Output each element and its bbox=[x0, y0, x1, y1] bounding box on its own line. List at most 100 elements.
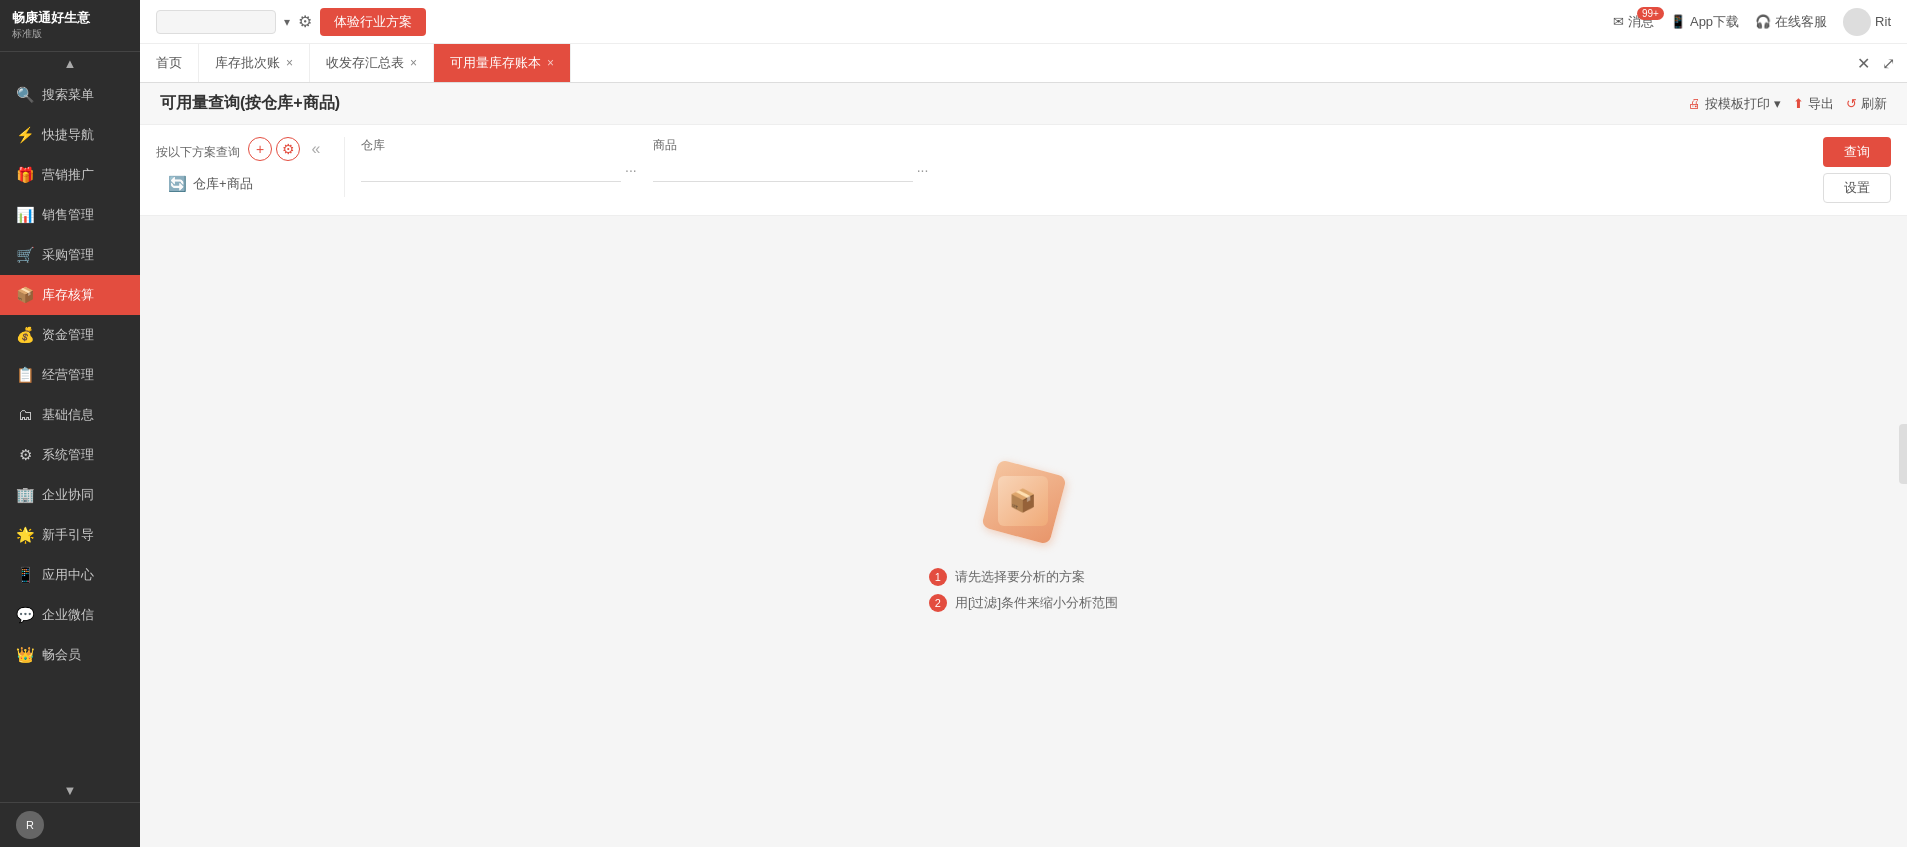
tab-home[interactable]: 首页 bbox=[140, 44, 199, 82]
tab-available[interactable]: 可用量库存账本 × bbox=[434, 44, 571, 82]
warehouse-input-row: ··· bbox=[361, 158, 637, 182]
sidebar-item-member[interactable]: 👑 畅会员 bbox=[0, 635, 140, 675]
tab-available-label: 可用量库存账本 bbox=[450, 54, 541, 72]
sidebar-nav: 🔍 搜索菜单 ⚡ 快捷导航 🎁 营销推广 📊 销售管理 🛒 采购管理 📦 库存核… bbox=[0, 75, 140, 779]
dropdown-chevron-icon[interactable]: ▾ bbox=[284, 15, 290, 29]
expand-tab-btn[interactable]: ⤢ bbox=[1878, 50, 1899, 77]
tab-receipts[interactable]: 收发存汇总表 × bbox=[310, 44, 434, 82]
sidebar-item-enterprise[interactable]: 🏢 企业协同 bbox=[0, 475, 140, 515]
print-template-btn[interactable]: 🖨 按模板打印 ▾ bbox=[1688, 95, 1781, 113]
collapse-scheme-btn[interactable]: « bbox=[304, 137, 328, 161]
setting-button[interactable]: 设置 bbox=[1823, 173, 1891, 203]
sidebar-item-finance[interactable]: 💰 资金管理 bbox=[0, 315, 140, 355]
sidebar-item-sales[interactable]: 📊 销售管理 bbox=[0, 195, 140, 235]
tip-2-text: 用[过滤]条件来缩小分析范围 bbox=[955, 594, 1118, 612]
scheme-warehouse-product[interactable]: 🔄 仓库+商品 bbox=[156, 169, 328, 199]
quick-icon: ⚡ bbox=[16, 126, 34, 144]
refresh-label: 刷新 bbox=[1861, 95, 1887, 113]
setting-scheme-btn[interactable]: ⚙ bbox=[276, 137, 300, 161]
filter-fields: 仓库 ··· 商品 ··· bbox=[361, 137, 1807, 182]
sidebar-item-search[interactable]: 🔍 搜索菜单 bbox=[0, 75, 140, 115]
empty-box-icon: 📦 bbox=[998, 476, 1048, 526]
refresh-icon: ↺ bbox=[1846, 96, 1857, 111]
add-scheme-btn[interactable]: + bbox=[248, 137, 272, 161]
tab-home-label: 首页 bbox=[156, 54, 182, 72]
tab-batch-close[interactable]: × bbox=[286, 56, 293, 70]
sidebar-item-marketing[interactable]: 🎁 营销推广 bbox=[0, 155, 140, 195]
sidebar-item-label: 采购管理 bbox=[42, 246, 94, 264]
scrollbar-hint bbox=[1899, 424, 1907, 484]
sidebar-item-inventory[interactable]: 📦 库存核算 bbox=[0, 275, 140, 315]
scroll-up-btn[interactable]: ▲ bbox=[0, 52, 140, 75]
product-input[interactable] bbox=[653, 158, 913, 182]
filter-panel: 按以下方案查询 + ⚙ « 🔄 仓库+商品 bbox=[140, 125, 1907, 216]
scheme-icon: 🔄 bbox=[168, 175, 187, 193]
tip-2-num: 2 bbox=[929, 594, 947, 612]
message-btn[interactable]: ✉ 消息 99+ bbox=[1613, 13, 1654, 31]
tab-receipts-close[interactable]: × bbox=[410, 56, 417, 70]
tab-receipts-label: 收发存汇总表 bbox=[326, 54, 404, 72]
print-icon: 🖨 bbox=[1688, 96, 1701, 111]
empty-tips: 1 请先选择要分析的方案 2 用[过滤]条件来缩小分析范围 bbox=[929, 568, 1118, 612]
refresh-btn[interactable]: ↺ 刷新 bbox=[1846, 95, 1887, 113]
filter-divider bbox=[344, 137, 345, 197]
product-dots-btn[interactable]: ··· bbox=[917, 162, 929, 178]
sidebar-item-purchase[interactable]: 🛒 采购管理 bbox=[0, 235, 140, 275]
trial-button[interactable]: 体验行业方案 bbox=[320, 8, 426, 36]
sidebar-item-system[interactable]: ⚙ 系统管理 bbox=[0, 435, 140, 475]
warehouse-input[interactable] bbox=[361, 158, 621, 182]
page-header-actions: 🖨 按模板打印 ▾ ⬆ 导出 ↺ 刷新 bbox=[1688, 95, 1887, 113]
export-icon: ⬆ bbox=[1793, 96, 1804, 111]
empty-tip-2: 2 用[过滤]条件来缩小分析范围 bbox=[929, 594, 1118, 612]
sidebar-item-quick[interactable]: ⚡ 快捷导航 bbox=[0, 115, 140, 155]
sidebar-item-label: 营销推广 bbox=[42, 166, 94, 184]
appstore-icon: 📱 bbox=[16, 566, 34, 584]
user-area[interactable]: R bbox=[0, 802, 140, 847]
export-label: 导出 bbox=[1808, 95, 1834, 113]
customer-service-label: 在线客服 bbox=[1775, 13, 1827, 31]
scroll-down-btn[interactable]: ▼ bbox=[0, 779, 140, 802]
sidebar-item-label: 库存核算 bbox=[42, 286, 94, 304]
user-name-label: Rit bbox=[1875, 14, 1891, 29]
sidebar-item-label: 销售管理 bbox=[42, 206, 94, 224]
print-chevron-icon: ▾ bbox=[1774, 96, 1781, 111]
product-input-row: ··· bbox=[653, 158, 929, 182]
sidebar-item-appstore[interactable]: 📱 应用中心 bbox=[0, 555, 140, 595]
sidebar-item-basic[interactable]: 🗂 基础信息 bbox=[0, 395, 140, 435]
sidebar-item-operations[interactable]: 📋 经营管理 bbox=[0, 355, 140, 395]
topbar-search-input[interactable] bbox=[156, 10, 276, 34]
scheme-label: 仓库+商品 bbox=[193, 175, 253, 193]
filter-actions: 查询 设置 bbox=[1823, 137, 1891, 203]
product-field-group: 商品 ··· bbox=[653, 137, 929, 182]
tab-batch[interactable]: 库存批次账 × bbox=[199, 44, 310, 82]
sidebar-item-label: 系统管理 bbox=[42, 446, 94, 464]
mobile-icon: 📱 bbox=[1670, 14, 1686, 29]
warehouse-dots-btn[interactable]: ··· bbox=[625, 162, 637, 178]
tip-1-num: 1 bbox=[929, 568, 947, 586]
sidebar-item-label: 企业协同 bbox=[42, 486, 94, 504]
settings-gear-icon[interactable]: ⚙ bbox=[298, 12, 312, 31]
sidebar-item-wechat[interactable]: 💬 企业微信 bbox=[0, 595, 140, 635]
query-button[interactable]: 查询 bbox=[1823, 137, 1891, 167]
sidebar-item-label: 应用中心 bbox=[42, 566, 94, 584]
customer-service-btn[interactable]: 🎧 在线客服 bbox=[1755, 13, 1827, 31]
close-tab-btn[interactable]: ✕ bbox=[1853, 50, 1874, 77]
export-btn[interactable]: ⬆ 导出 bbox=[1793, 95, 1834, 113]
product-label: 商品 bbox=[653, 137, 929, 154]
app-download-label: App下载 bbox=[1690, 13, 1739, 31]
user-name-btn[interactable]: Rit bbox=[1843, 8, 1891, 36]
app-download-btn[interactable]: 📱 App下载 bbox=[1670, 13, 1739, 31]
tab-available-close[interactable]: × bbox=[547, 56, 554, 70]
app-sub: 标准版 bbox=[12, 27, 128, 41]
purchase-icon: 🛒 bbox=[16, 246, 34, 264]
sidebar-item-newbie[interactable]: 🌟 新手引导 bbox=[0, 515, 140, 555]
member-icon: 👑 bbox=[16, 646, 34, 664]
sidebar-item-label: 基础信息 bbox=[42, 406, 94, 424]
collapse-icon: « bbox=[312, 140, 321, 158]
finance-icon: 💰 bbox=[16, 326, 34, 344]
sidebar-logo: 畅康通好生意 标准版 bbox=[0, 0, 140, 52]
search-icon: 🔍 bbox=[16, 86, 34, 104]
filter-left: 按以下方案查询 + ⚙ « 🔄 仓库+商品 bbox=[156, 137, 328, 199]
print-template-label: 按模板打印 bbox=[1705, 95, 1770, 113]
empty-state: 📦 1 请先选择要分析的方案 2 用[过滤]条件来缩小分析范围 bbox=[140, 216, 1907, 847]
